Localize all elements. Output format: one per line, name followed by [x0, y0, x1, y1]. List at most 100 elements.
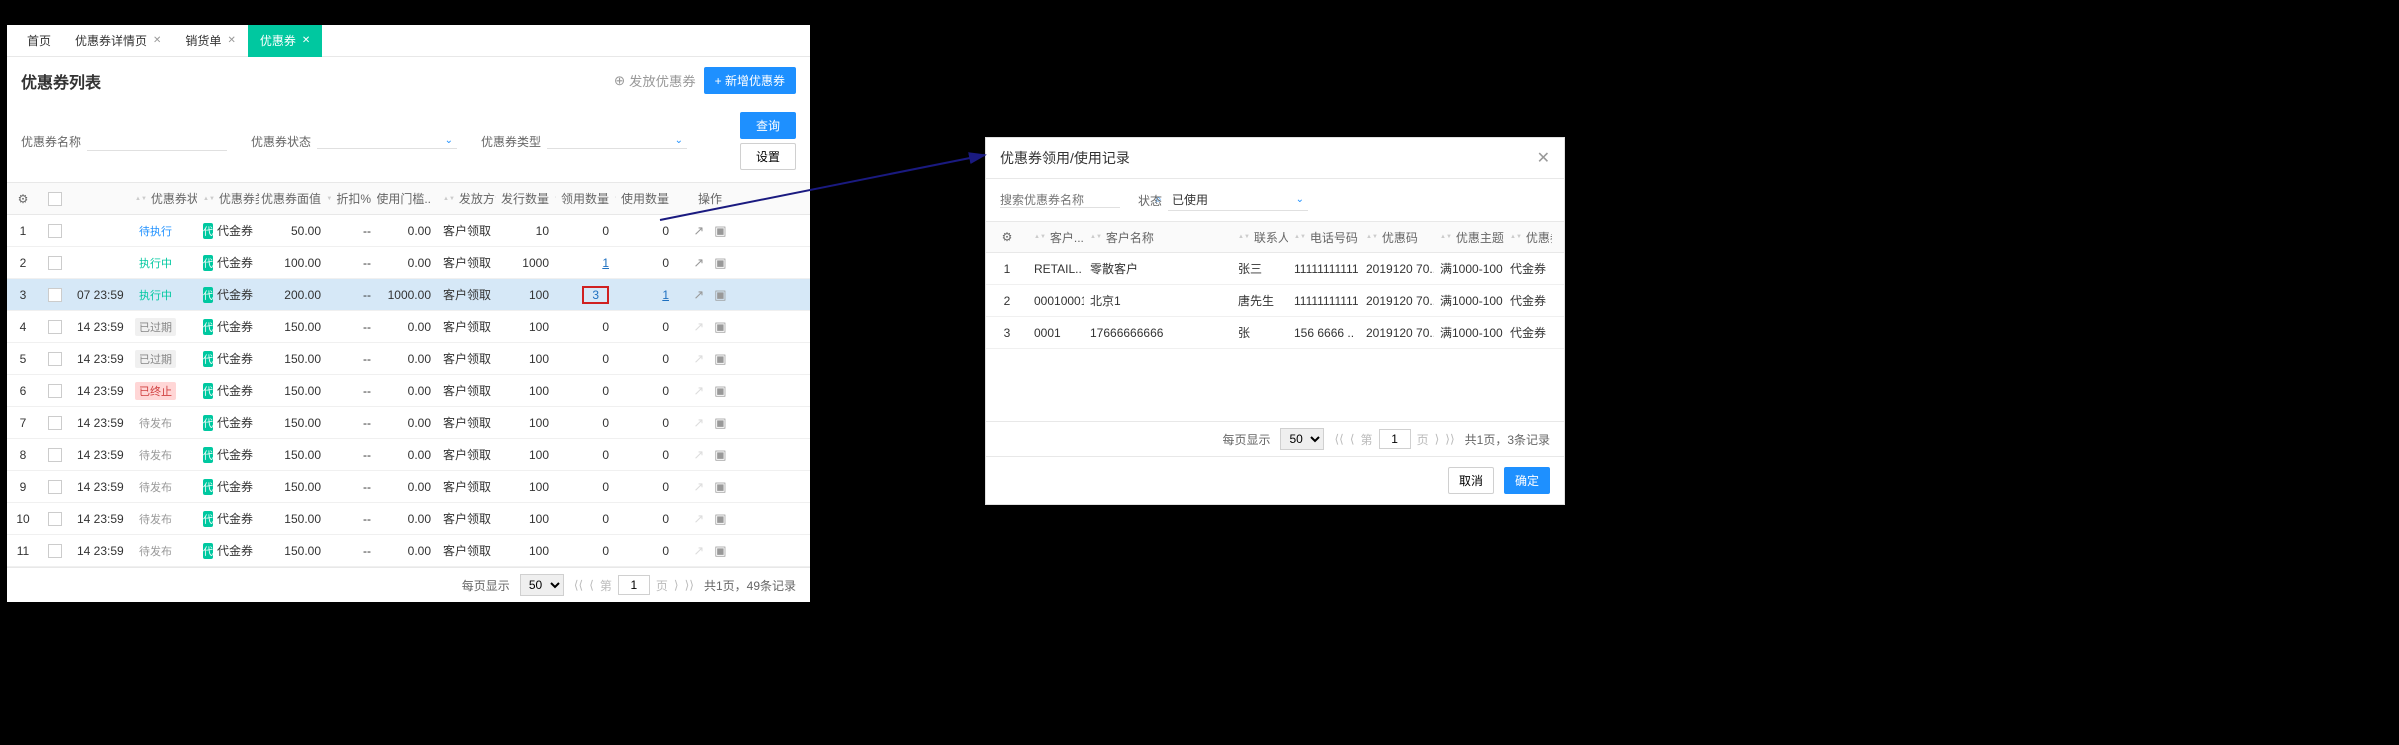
col-use[interactable]: ▲▼使用数量 [615, 190, 675, 207]
col-coupon-type[interactable]: ▲▼优惠券类 [1504, 229, 1552, 246]
table-row[interactable]: 614 23:59已终止代代金券150.00--0.00客户领取10000↗▣ [7, 375, 810, 407]
use-count-link[interactable]: 1 [662, 288, 669, 302]
row-checkbox[interactable] [39, 384, 71, 398]
table-row[interactable]: 914 23:59待发布代代金券150.00--0.00客户领取10000↗▣ [7, 471, 810, 503]
table-row[interactable]: 307 23:59执行中代代金券200.00--1000.00客户领取10031… [7, 279, 810, 311]
col-code[interactable]: ▲▼优惠码 [1360, 229, 1434, 246]
confirm-button[interactable]: 确定 [1504, 467, 1550, 494]
claim-count-highlighted[interactable]: 3 [582, 286, 609, 304]
tab-优惠券[interactable]: 优惠券✕ [248, 25, 322, 57]
close-icon[interactable]: ✕ [302, 35, 310, 46]
next-page-icon[interactable]: ⟩ [1435, 432, 1440, 446]
qrcode-icon[interactable]: ▣ [714, 255, 726, 271]
col-customer-name[interactable]: ▲▼客户名称 [1084, 229, 1232, 246]
row-checkbox[interactable] [39, 512, 71, 526]
table-row[interactable]: 2执行中代代金券100.00--0.00客户领取100010↗▣ [7, 247, 810, 279]
row-checkbox[interactable] [39, 448, 71, 462]
table-row[interactable]: 3000117666666666张156 6666 ..2019120 70..… [986, 317, 1564, 349]
filter-name-input[interactable] [87, 132, 227, 151]
table-row[interactable]: 1114 23:59待发布代代金券150.00--0.00客户领取10000↗▣ [7, 535, 810, 567]
table-row[interactable]: 514 23:59已过期代代金券150.00--0.00客户领取10000↗▣ [7, 343, 810, 375]
tab-销货单[interactable]: 销货单✕ [173, 25, 247, 57]
qrcode-icon[interactable]: ▣ [714, 287, 726, 303]
cancel-button[interactable]: 取消 [1448, 467, 1494, 494]
row-checkbox[interactable] [39, 480, 71, 494]
col-contact[interactable]: ▲▼联系人 [1232, 229, 1288, 246]
table-row[interactable]: 200010001北京1唐先生111111111112019120 70..满1… [986, 285, 1564, 317]
row-checkbox[interactable] [39, 224, 71, 238]
row-discount: -- [327, 384, 377, 398]
share-icon[interactable]: ↗ [693, 223, 704, 239]
qrcode-icon[interactable]: ▣ [714, 319, 726, 335]
qrcode-icon[interactable]: ▣ [714, 383, 726, 399]
modal-page-input[interactable] [1379, 429, 1411, 449]
col-claim[interactable]: ▲▼领用数量 [555, 190, 615, 207]
col-status[interactable]: ▲▼优惠券状态 [129, 190, 197, 207]
gear-column[interactable]: ⚙ [7, 192, 39, 206]
col-issue[interactable]: ▲▼发行数量 [495, 190, 555, 207]
col-subject[interactable]: ▲▼优惠主题 [1434, 229, 1504, 246]
modal-status-select[interactable]: 已使用 ⌄ [1168, 189, 1308, 211]
qrcode-icon[interactable]: ▣ [714, 511, 726, 527]
table-row[interactable]: 1014 23:59待发布代代金券150.00--0.00客户领取10000↗▣ [7, 503, 810, 535]
first-page-icon[interactable]: ⟨⟨ [1334, 432, 1343, 446]
col-type[interactable]: ▲▼优惠券类型 [197, 190, 259, 207]
table-row[interactable]: 714 23:59待发布代代金券150.00--0.00客户领取10000↗▣ [7, 407, 810, 439]
query-button[interactable]: 查询 [740, 112, 796, 139]
prev-page-icon[interactable]: ⟨ [589, 578, 594, 592]
row-checkbox[interactable] [39, 256, 71, 270]
col-face[interactable]: ▲▼优惠券面值 [259, 190, 327, 207]
qrcode-icon[interactable]: ▣ [714, 543, 726, 559]
modal-per-page-select[interactable]: 50 [1280, 428, 1324, 450]
claim-count-link[interactable]: 1 [602, 256, 609, 270]
col-method[interactable]: ▲▼发放方式 [437, 190, 495, 207]
share-icon[interactable]: ↗ [693, 255, 704, 271]
filter-type-select[interactable]: ⌄ [547, 133, 687, 149]
last-page-icon[interactable]: ⟩⟩ [1445, 432, 1454, 446]
modal-search-input[interactable] [1000, 193, 1155, 207]
row-actions: ↗▣ [675, 511, 745, 527]
last-page-icon[interactable]: ⟩⟩ [685, 578, 694, 592]
row-checkbox[interactable] [39, 544, 71, 558]
row-checkbox[interactable] [39, 416, 71, 430]
col-phone[interactable]: ▲▼电话号码 [1288, 229, 1360, 246]
row-checkbox[interactable] [39, 352, 71, 366]
close-icon[interactable]: ✕ [153, 35, 161, 46]
page-input[interactable] [618, 575, 650, 595]
table-row[interactable]: 1待执行代代金券50.00--0.00客户领取1000↗▣ [7, 215, 810, 247]
qrcode-icon[interactable]: ▣ [714, 223, 726, 239]
modal-search[interactable]: ⌕ [1000, 192, 1120, 208]
pager-summary: 共1页，3条记录 [1465, 431, 1550, 448]
next-page-icon[interactable]: ⟩ [674, 578, 679, 592]
qrcode-icon[interactable]: ▣ [714, 447, 726, 463]
row-checkbox[interactable] [39, 320, 71, 334]
add-coupon-button[interactable]: + 新增优惠券 [704, 67, 796, 94]
table-row[interactable]: 1RETAIL..零散客户张三111111111112019120 70..满1… [986, 253, 1564, 285]
table-row[interactable]: 814 23:59待发布代代金券150.00--0.00客户领取10000↗▣ [7, 439, 810, 471]
close-icon[interactable]: ✕ [227, 35, 235, 46]
first-page-icon[interactable]: ⟨⟨ [574, 578, 583, 592]
filter-status-select[interactable]: ⌄ [317, 133, 457, 149]
page-header: 优惠券列表 ⊕ 发放优惠券 + 新增优惠券 [7, 57, 810, 104]
col-customer[interactable]: ▲▼客户... [1028, 229, 1084, 246]
gear-column[interactable]: ⚙ [986, 230, 1028, 244]
prev-page-icon[interactable]: ⟨ [1350, 432, 1355, 446]
row-index: 5 [7, 352, 39, 366]
qrcode-icon[interactable]: ▣ [714, 415, 726, 431]
tab-优惠券详情页[interactable]: 优惠券详情页✕ [63, 25, 173, 57]
tab-首页[interactable]: 首页 [15, 25, 63, 57]
row-coupon-type: 代金券 [1504, 324, 1552, 341]
table-row[interactable]: 414 23:59已过期代代金券150.00--0.00客户领取10000↗▣ [7, 311, 810, 343]
settings-button[interactable]: 设置 [740, 143, 796, 170]
share-icon[interactable]: ↗ [693, 287, 704, 303]
close-icon[interactable]: ✕ [1537, 148, 1550, 168]
select-all-column[interactable] [39, 192, 71, 206]
per-page-select[interactable]: 50 [520, 574, 564, 596]
col-threshold[interactable]: ▲▼使用门槛.. [377, 190, 437, 207]
qrcode-icon[interactable]: ▣ [714, 351, 726, 367]
row-face: 150.00 [259, 480, 327, 494]
row-checkbox[interactable] [39, 288, 71, 302]
qrcode-icon[interactable]: ▣ [714, 479, 726, 495]
distribute-coupon-button[interactable]: ⊕ 发放优惠券 [614, 71, 696, 90]
col-discount[interactable]: ▲▼折扣% [327, 190, 377, 207]
